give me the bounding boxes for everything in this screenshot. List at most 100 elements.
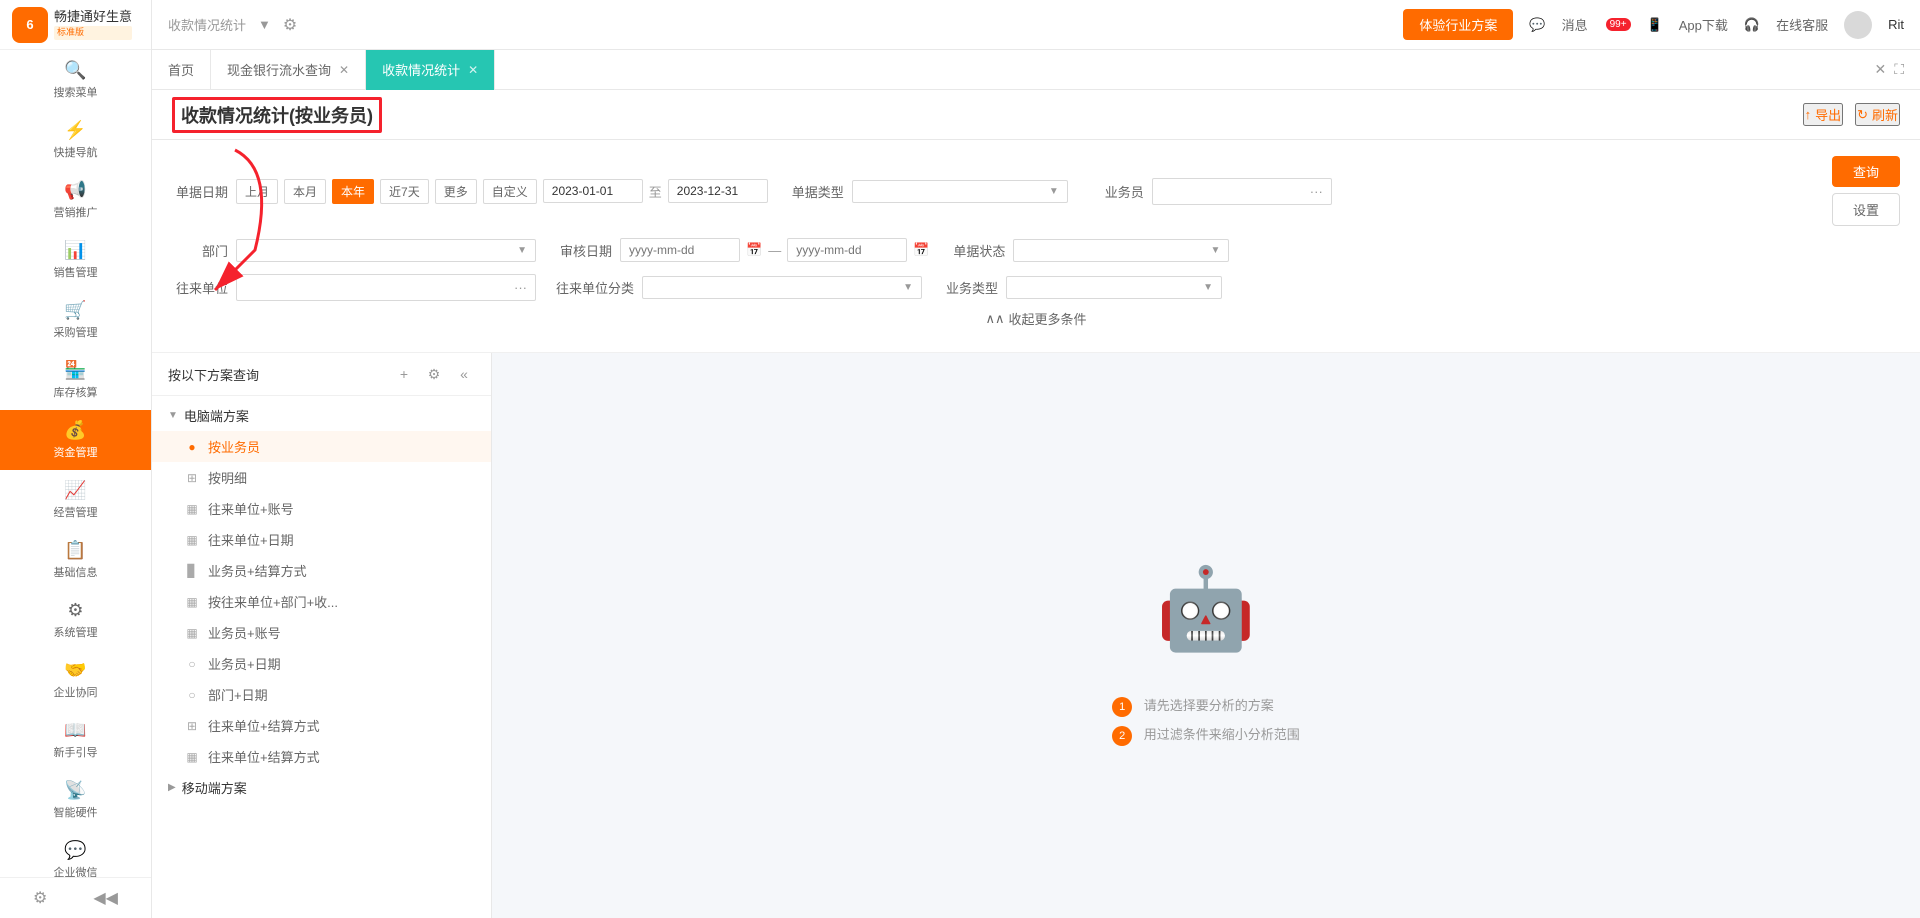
tab-home[interactable]: 首页 — [152, 50, 211, 90]
biz-type-label: 业务类型 — [942, 278, 998, 297]
sidebar-item-13[interactable]: 💬企业微信 — [0, 830, 151, 877]
date-btn-last-month[interactable]: 上月 — [236, 179, 278, 204]
counterparty-label: 往来单位 — [172, 278, 228, 297]
counterparty-select[interactable]: ··· — [236, 274, 536, 301]
online-service-label[interactable]: 在线客服 — [1776, 15, 1828, 34]
tabs-bar: 首页 现金银行流水查询 ✕ 收款情况统计 ✕ ✕ ⛶ — [152, 50, 1920, 90]
tree-item-unit-settlement2[interactable]: ▦ 往来单位+结算方式 — [152, 741, 491, 772]
collapse-sidebar-icon[interactable]: ◀◀ — [93, 888, 118, 908]
audit-date-icon2[interactable]: 📅 — [913, 242, 929, 258]
sidebar-item-4[interactable]: 🛒采购管理 — [0, 290, 151, 350]
counterparty-category-filter-item: 往来单位分类 ▼ — [556, 276, 922, 299]
tree-item-salesman-account[interactable]: ▦ 业务员+账号 — [152, 617, 491, 648]
audit-date-to-input[interactable] — [787, 238, 907, 262]
sidebar-item-11[interactable]: 📖新手引导 — [0, 710, 151, 770]
query-button[interactable]: 查询 — [1832, 156, 1900, 187]
tree-item-unit-date[interactable]: ▦ 往来单位+日期 — [152, 524, 491, 555]
trial-button[interactable]: 体验行业方案 — [1403, 9, 1513, 40]
tree-item-by-salesman[interactable]: ● 按业务员 — [152, 431, 491, 462]
message-icon[interactable]: 💬 — [1529, 17, 1545, 33]
filter-area: 单据日期 上月 本月 本年 近7天 更多 自定义 至 单据类型 — [152, 140, 1920, 353]
biz-type-dropdown-icon: ▼ — [1203, 282, 1213, 293]
sidebar-item-3[interactable]: 📊销售管理 — [0, 230, 151, 290]
tab-collection-stats[interactable]: 收款情况统计 ✕ — [366, 50, 495, 90]
biz-type-select[interactable]: ▼ — [1006, 276, 1222, 299]
date-to-input[interactable] — [668, 179, 768, 203]
tree-group-desktop[interactable]: ▼ 电脑端方案 — [152, 400, 491, 431]
salesman-select[interactable]: ··· — [1152, 178, 1332, 205]
salesman-label: 业务员 — [1088, 182, 1144, 201]
sidebar-item-2[interactable]: 📢营销推广 — [0, 170, 151, 230]
doc-type-filter-item: 单据类型 ▼ — [788, 180, 1068, 203]
tree-group-mobile[interactable]: ▶ 移动端方案 — [152, 772, 491, 803]
sidebar-label-9: 系统管理 — [54, 624, 98, 640]
doc-type-select[interactable]: ▼ — [852, 180, 1068, 203]
sidebar-item-8[interactable]: 📋基础信息 — [0, 530, 151, 590]
sidebar-icon-3: 📊 — [64, 240, 86, 261]
sidebar-item-7[interactable]: 📈经营管理 — [0, 470, 151, 530]
sidebar-item-5[interactable]: 🏪库存核算 — [0, 350, 151, 410]
date-btn-more[interactable]: 更多 — [435, 179, 477, 204]
collapse-panel-icon[interactable]: « — [453, 363, 475, 385]
date-btn-custom[interactable]: 自定义 — [483, 179, 537, 204]
sidebar-item-9[interactable]: ⚙系统管理 — [0, 590, 151, 650]
tree-item-icon-ddate: ○ — [184, 687, 200, 703]
date-btn-this-month[interactable]: 本月 — [284, 179, 326, 204]
notification-label[interactable]: 消息 — [1562, 15, 1588, 34]
counterparty-category-label: 往来单位分类 — [556, 278, 634, 297]
counterparty-more-icon[interactable]: ··· — [514, 280, 527, 295]
user-avatar[interactable] — [1844, 11, 1872, 39]
salesman-more-icon[interactable]: ··· — [1310, 184, 1323, 199]
tree-item-unit-dept[interactable]: ▦ 按往来单位+部门+收... — [152, 586, 491, 617]
tree-item-by-detail[interactable]: ⊞ 按明细 — [152, 462, 491, 493]
sidebar-item-0[interactable]: 🔍搜索菜单 — [0, 50, 151, 110]
add-scheme-btn[interactable]: + — [393, 363, 415, 385]
tree-item-unit-settlement1[interactable]: ⊞ 往来单位+结算方式 — [152, 710, 491, 741]
audit-date-icon1[interactable]: 📅 — [746, 242, 762, 258]
close-window-icon[interactable]: ✕ — [1874, 61, 1886, 78]
scheme-settings-icon[interactable]: ⚙ — [423, 363, 445, 385]
counterparty-category-select[interactable]: ▼ — [642, 276, 922, 299]
tree-item-salesman-date[interactable]: ○ 业务员+日期 — [152, 648, 491, 679]
doc-status-select[interactable]: ▼ — [1013, 239, 1229, 262]
date-btn-this-year[interactable]: 本年 — [332, 179, 374, 204]
page-content: 收款情况统计(按业务员) ↑ 导出 ↻ 刷新 单据日期 上月 本月 — [152, 90, 1920, 918]
tree-item-dept-date[interactable]: ○ 部门+日期 — [152, 679, 491, 710]
settings-icon[interactable]: ⚙ — [283, 15, 297, 35]
refresh-button[interactable]: ↻ 刷新 — [1855, 103, 1900, 126]
user-name[interactable]: Rit — [1888, 17, 1904, 32]
sidebar-item-1[interactable]: ⚡快捷导航 — [0, 110, 151, 170]
tree-item-icon-us1: ⊞ — [184, 718, 200, 734]
collapse-filter-bar[interactable]: ∧∧ 收起更多条件 — [172, 301, 1900, 336]
date-from-input[interactable] — [543, 179, 643, 203]
sidebar-label-8: 基础信息 — [54, 564, 98, 580]
tab-close-active-icon[interactable]: ✕ — [468, 63, 478, 77]
date-btn-7days[interactable]: 近7天 — [380, 179, 429, 204]
empty-step-1: 1 请先选择要分析的方案 — [1112, 692, 1300, 721]
tree-item-icon-ss: ▊ — [184, 563, 200, 579]
dept-select[interactable]: ▼ — [236, 239, 536, 262]
tree-item-unit-account[interactable]: ▦ 往来单位+账号 — [152, 493, 491, 524]
dept-dropdown-icon: ▼ — [517, 245, 527, 256]
sidebar-item-6[interactable]: 💰资金管理 — [0, 410, 151, 470]
filter-row-1: 单据日期 上月 本月 本年 近7天 更多 自定义 至 单据类型 — [172, 156, 1900, 226]
cc-dropdown-icon: ▼ — [903, 282, 913, 293]
main-content: 收款情况统计 ▼ ⚙ 体验行业方案 💬 消息 99+ 📱 App下载 🎧 在线客… — [152, 0, 1920, 918]
sidebar-item-10[interactable]: 🤝企业协同 — [0, 650, 151, 710]
filter-row-3: 往来单位 ··· 往来单位分类 ▼ 业务类型 — [172, 274, 1900, 301]
tab-close-icon[interactable]: ✕ — [339, 63, 349, 77]
sidebar-item-12[interactable]: 📡智能硬件 — [0, 770, 151, 830]
doc-status-filter-item: 单据状态 ▼ — [949, 239, 1229, 262]
settings-bottom-icon[interactable]: ⚙ — [33, 888, 47, 908]
export-button[interactable]: ↑ 导出 — [1803, 103, 1844, 126]
settings-button[interactable]: 设置 — [1832, 193, 1900, 226]
tree-item-salesman-settlement[interactable]: ▊ 业务员+结算方式 — [152, 555, 491, 586]
app-download-label[interactable]: App下载 — [1679, 15, 1728, 34]
audit-date-from-input[interactable] — [620, 238, 740, 262]
tab-cash-flow[interactable]: 现金银行流水查询 ✕ — [211, 50, 366, 90]
maximize-window-icon[interactable]: ⛶ — [1894, 61, 1904, 78]
headset-icon: 🎧 — [1744, 17, 1760, 33]
right-panel: 🤖 1 请先选择要分析的方案 2 用过滤条件来缩小分析范围 — [492, 353, 1920, 918]
page-title: 收款情况统计(按业务员) — [172, 97, 382, 133]
empty-robot-icon: 🤖 — [1156, 562, 1256, 656]
